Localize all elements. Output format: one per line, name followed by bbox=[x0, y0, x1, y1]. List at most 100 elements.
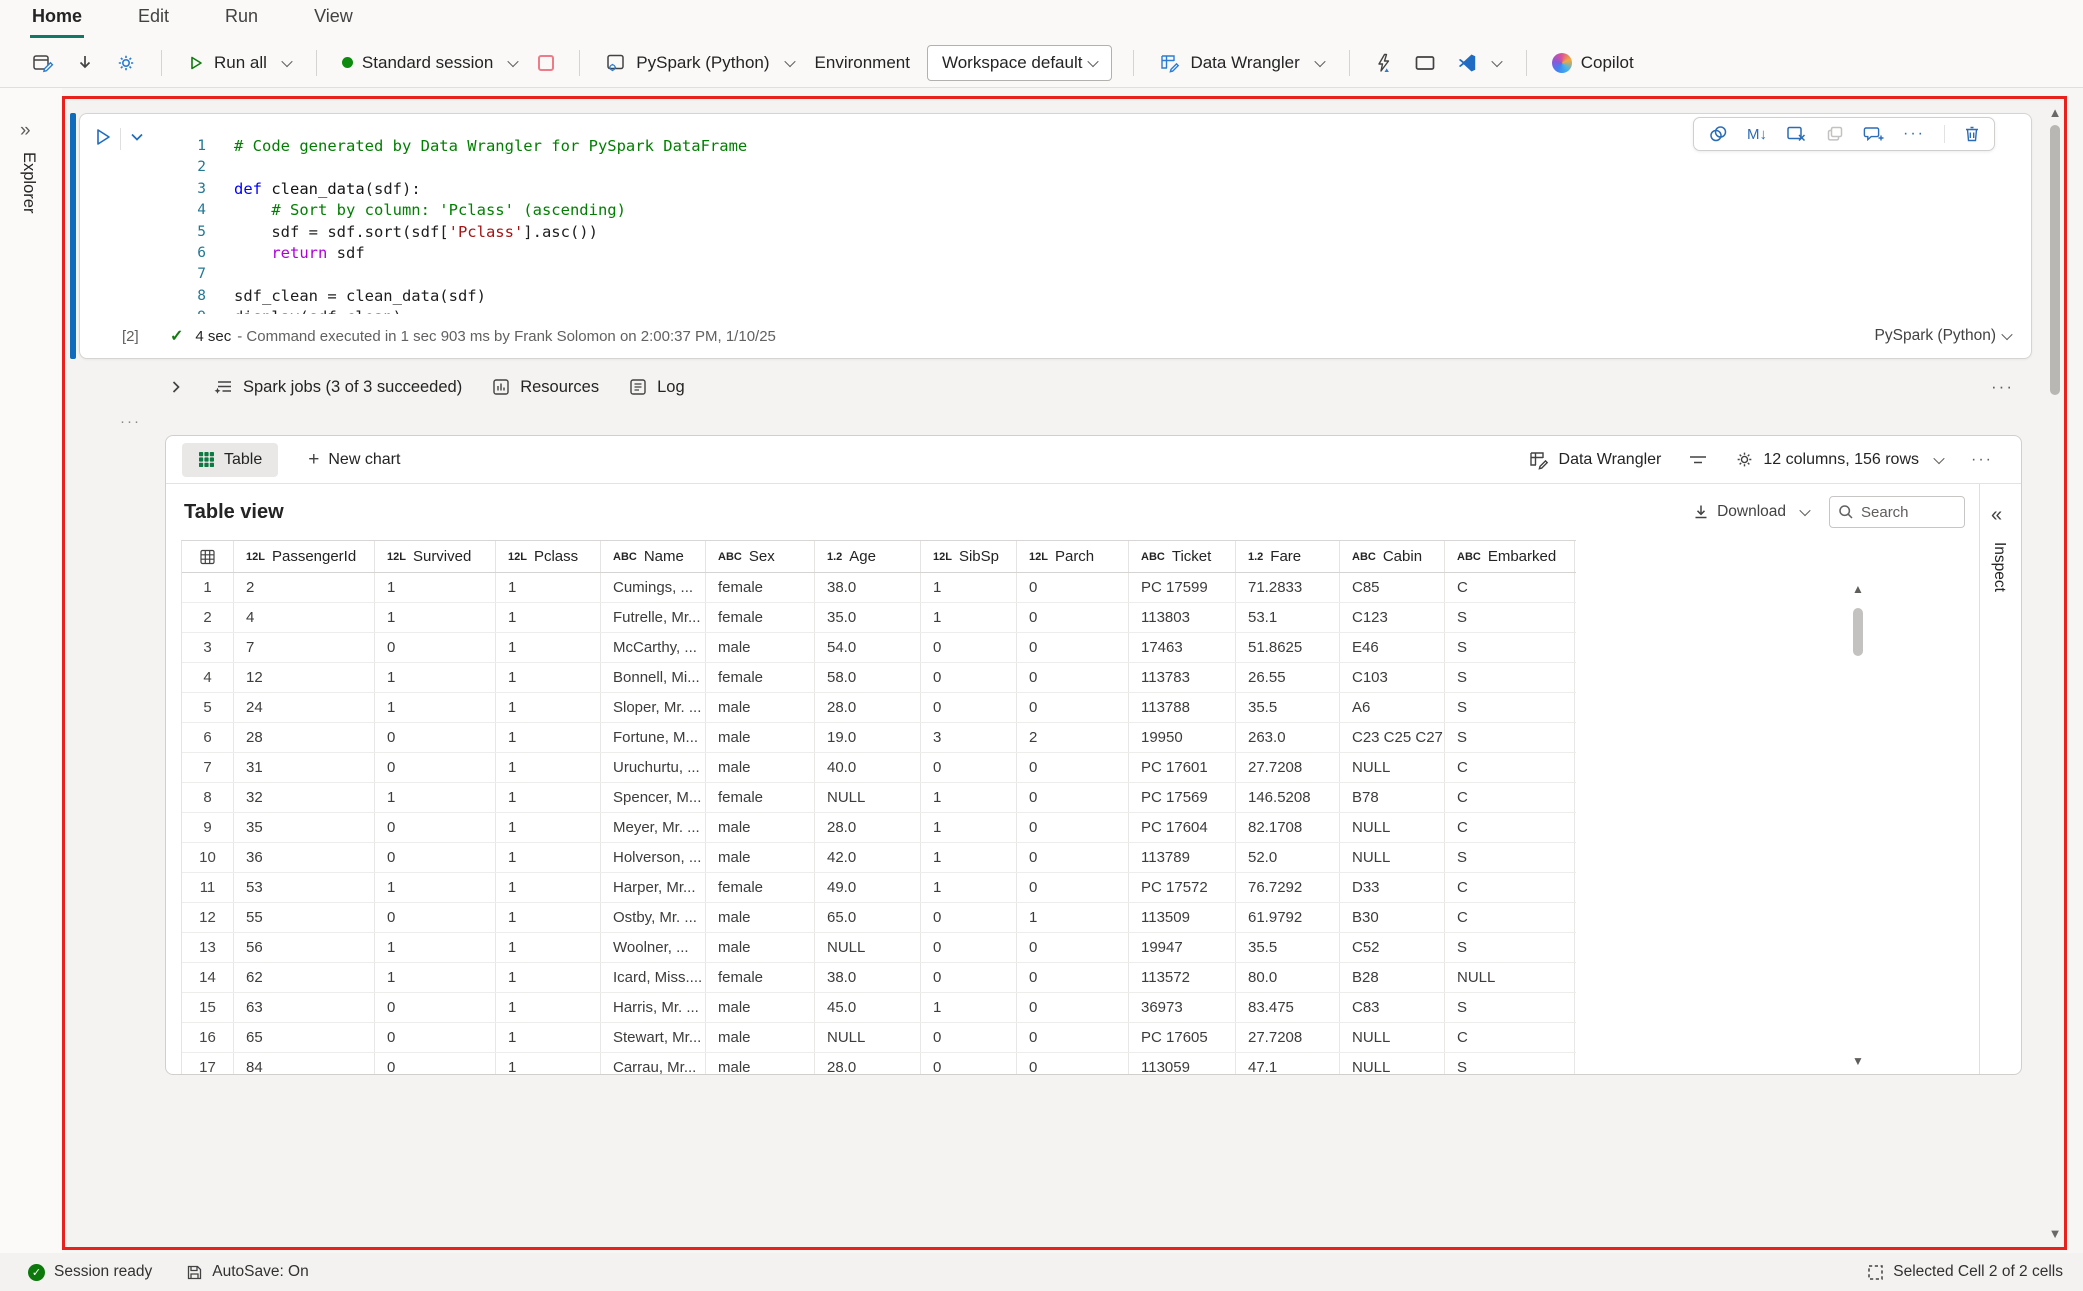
environment-button[interactable]: Environment bbox=[811, 49, 914, 77]
row-index-header[interactable] bbox=[182, 541, 234, 572]
table-row[interactable]: 9 35 0 1 Meyer, Mr. ... male 28.0 1 0 PC 17604 82.… bbox=[182, 813, 1576, 843]
table-scrollbar[interactable]: ▲ ▼ bbox=[1850, 582, 1866, 1068]
data-wrangler-button[interactable]: Data Wrangler bbox=[1155, 49, 1327, 77]
menu-view[interactable]: View bbox=[312, 0, 355, 38]
search-input[interactable] bbox=[1861, 503, 1951, 521]
run-cell-button[interactable] bbox=[92, 126, 112, 148]
session-status-button[interactable]: Standard session bbox=[338, 49, 521, 77]
new-chart-button[interactable]: + New chart bbox=[308, 450, 400, 469]
table-cell: 27.7208 bbox=[1236, 753, 1340, 782]
open-in-vscode-button[interactable] bbox=[1453, 49, 1505, 77]
table-cell: 1 bbox=[496, 693, 601, 722]
cell-more-indicator[interactable]: ··· bbox=[120, 413, 141, 430]
column-header[interactable]: ABC Cabin bbox=[1340, 541, 1445, 572]
menu-home[interactable]: Home bbox=[30, 0, 85, 38]
table-cell: 1 bbox=[496, 1053, 601, 1074]
column-header[interactable]: 1.2 Fare bbox=[1236, 541, 1340, 572]
download-icon[interactable] bbox=[71, 49, 99, 77]
table-row[interactable]: 13 56 1 1 Woolner, ... male NULL 0 0 19947 35.5 C52… bbox=[182, 933, 1576, 963]
table-row[interactable]: 17 84 0 1 Carrau, Mr... male 28.0 0 0 113059 47.1 N… bbox=[182, 1053, 1576, 1074]
table-row[interactable]: 8 32 1 1 Spencer, M... female NULL 1 0 PC 17569 14… bbox=[182, 783, 1576, 813]
code-line[interactable]: 1 # Code generated by Data Wrangler for P… bbox=[170, 136, 2021, 157]
table-row[interactable]: 7 31 0 1 Uruchurtu, ... male 40.0 0 0 PC 17601 27.… bbox=[182, 753, 1576, 783]
column-header[interactable]: 12L Parch bbox=[1017, 541, 1129, 572]
column-header[interactable]: 12L SibSp bbox=[921, 541, 1017, 572]
spark-jobs-tab[interactable]: Spark jobs (3 of 3 succeeded) bbox=[213, 378, 462, 397]
menu-run[interactable]: Run bbox=[223, 0, 260, 38]
table-row[interactable]: 3 7 0 1 McCarthy, ... male 54.0 0 0 17463 51.8625 E… bbox=[182, 633, 1576, 663]
table-row[interactable]: 4 12 1 1 Bonnell, Mi... female 58.0 0 0 113783 26.… bbox=[182, 663, 1576, 693]
page-scroll-thumb[interactable] bbox=[2050, 125, 2060, 395]
code-cell[interactable]: M↓ ··· 1 # Code generated by Data Wrangl… bbox=[79, 113, 2032, 359]
copilot-button[interactable]: Copilot bbox=[1548, 49, 1638, 77]
code-line[interactable]: 4 # Sort by column: 'Pclass' (ascending) bbox=[170, 200, 2021, 221]
table-row[interactable]: 2 4 1 1 Futrelle, Mr... female 35.0 1 0 113803 53.… bbox=[182, 603, 1576, 633]
column-header[interactable]: 12L Survived bbox=[375, 541, 496, 572]
autosave-status[interactable]: AutoSave: On bbox=[186, 1263, 309, 1281]
table-cell: Meyer, Mr. ... bbox=[601, 813, 706, 842]
table-scroll-thumb[interactable] bbox=[1853, 608, 1863, 656]
menu-edit[interactable]: Edit bbox=[136, 0, 171, 38]
expand-inspect-icon[interactable]: « bbox=[1991, 504, 2002, 527]
table-row[interactable]: 15 63 0 1 Harris, Mr. ... male 45.0 1 0 36973 83.4… bbox=[182, 993, 1576, 1023]
table-row[interactable]: 6 28 0 1 Fortune, M... male 19.0 3 2 19950 263.0 C2… bbox=[182, 723, 1576, 753]
column-header[interactable]: 12L Pclass bbox=[496, 541, 601, 572]
cell-kernel-selector[interactable]: PySpark (Python) bbox=[1875, 327, 2031, 345]
column-header[interactable]: ABC Embarked bbox=[1445, 541, 1575, 572]
columns-rows-settings[interactable]: 12 columns, 156 rows bbox=[1731, 446, 1947, 473]
focus-mode-button[interactable] bbox=[1410, 50, 1440, 76]
stop-session-button[interactable] bbox=[534, 51, 558, 75]
workspace-default-dropdown[interactable]: Workspace default bbox=[926, 44, 1113, 81]
output-more-button[interactable]: ··· bbox=[1971, 451, 1993, 469]
table-cell: 1 bbox=[921, 783, 1017, 812]
column-header[interactable]: 1.2 Age bbox=[815, 541, 921, 572]
stop-icon bbox=[538, 54, 555, 71]
table-row[interactable]: 11 53 1 1 Harper, Mr... female 49.0 1 0 PC 17572 7… bbox=[182, 873, 1576, 903]
scroll-down-icon[interactable]: ▼ bbox=[2046, 1226, 2064, 1241]
inspect-label[interactable]: Inspect bbox=[1990, 542, 2008, 592]
code-editor[interactable]: 1 # Code generated by Data Wrangler for P… bbox=[170, 114, 2021, 314]
table-row[interactable]: 10 36 0 1 Holverson, ... male 42.0 1 0 113789 52.0… bbox=[182, 843, 1576, 873]
column-header[interactable]: ABC Sex bbox=[706, 541, 815, 572]
download-button[interactable]: Download bbox=[1693, 503, 1811, 521]
cell-run-options-chevron[interactable] bbox=[129, 129, 145, 145]
table-cell: female bbox=[706, 573, 815, 602]
table-row[interactable]: 5 24 1 1 Sloper, Mr. ... male 28.0 0 0 113788 35.5… bbox=[182, 693, 1576, 723]
column-header[interactable]: ABC Name bbox=[601, 541, 706, 572]
scroll-up-icon[interactable]: ▲ bbox=[2046, 105, 2064, 120]
code-line[interactable]: 8 sdf_clean = clean_data(sdf) bbox=[170, 286, 2021, 307]
code-line[interactable]: 5 sdf = sdf.sort(sdf['Pclass'].asc()) bbox=[170, 222, 2021, 243]
table-row[interactable]: 1 2 1 1 Cumings, ... female 38.0 1 0 PC 17599 71.2… bbox=[182, 573, 1576, 603]
log-tab[interactable]: Log bbox=[629, 378, 685, 397]
table-row[interactable]: 14 62 1 1 Icard, Miss.... female 38.0 0 0 113572 8… bbox=[182, 963, 1576, 993]
column-header[interactable]: 12L PassengerId bbox=[234, 541, 375, 572]
page-scrollbar[interactable]: ▲ ▼ bbox=[2046, 99, 2064, 1247]
language-selector[interactable]: PySpark (Python) bbox=[601, 49, 797, 77]
edit-notebook-icon[interactable] bbox=[28, 49, 58, 77]
scroll-up-icon[interactable]: ▲ bbox=[1851, 582, 1865, 596]
workspace: » Explorer M↓ ··· 1 # Code generated by … bbox=[0, 88, 2083, 1253]
code-line[interactable]: 2 bbox=[170, 157, 2021, 178]
code-line[interactable]: 6 return sdf bbox=[170, 243, 2021, 264]
lightning-button[interactable] bbox=[1371, 49, 1397, 77]
tab-table[interactable]: Table bbox=[182, 442, 279, 477]
table-cell: 1 bbox=[496, 873, 601, 902]
expand-explorer-icon[interactable]: » bbox=[20, 120, 31, 142]
filter-button[interactable] bbox=[1689, 453, 1707, 467]
run-all-button[interactable]: Run all bbox=[183, 49, 295, 77]
resources-tab[interactable]: Resources bbox=[492, 378, 599, 397]
expand-jobs-chevron[interactable] bbox=[169, 380, 183, 394]
code-line[interactable]: 3 def clean_data(sdf): bbox=[170, 179, 2021, 200]
explorer-label[interactable]: Explorer bbox=[19, 152, 38, 213]
scroll-down-icon[interactable]: ▼ bbox=[1851, 1054, 1865, 1068]
table-row[interactable]: 16 65 0 1 Stewart, Mr... male NULL 0 0 PC 17605 27… bbox=[182, 1023, 1576, 1053]
table-cell: 45.0 bbox=[815, 993, 921, 1022]
output-data-wrangler-button[interactable]: Data Wrangler bbox=[1524, 446, 1666, 474]
column-header[interactable]: ABC Ticket bbox=[1129, 541, 1236, 572]
table-search[interactable] bbox=[1829, 496, 1965, 528]
settings-gear-icon[interactable] bbox=[112, 49, 140, 77]
table-row[interactable]: 12 55 0 1 Ostby, Mr. ... male 65.0 0 1 113509 61.9… bbox=[182, 903, 1576, 933]
table-cell: 63 bbox=[234, 993, 375, 1022]
code-line[interactable]: 9display(sdf_clean) bbox=[170, 307, 2021, 314]
code-line[interactable]: 7 bbox=[170, 264, 2021, 285]
